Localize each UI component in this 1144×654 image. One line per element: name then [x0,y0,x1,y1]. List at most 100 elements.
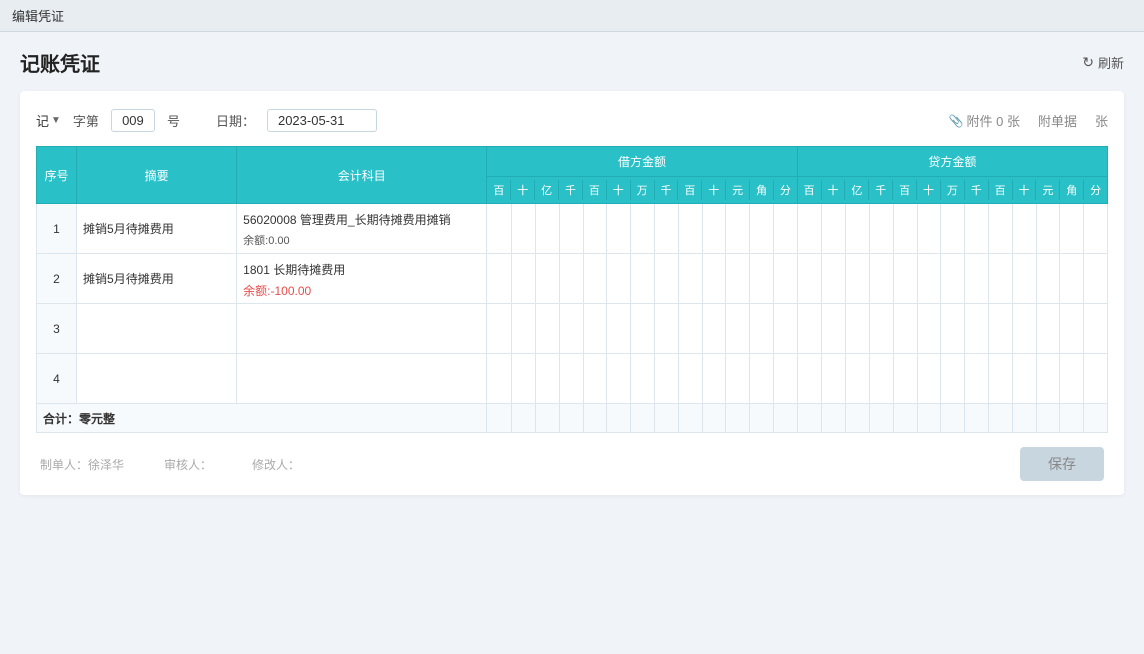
amount-cell [893,304,917,353]
row4-debit[interactable] [487,354,797,404]
amount-cell [845,254,869,303]
attach-link[interactable]: 📎 附件 0 张 [949,111,1020,130]
save-button[interactable]: 保存 [1020,447,1104,481]
amount-cell [678,404,702,432]
debit-sub-十2: 十 [606,180,630,200]
refresh-icon: ↻ [1082,54,1094,71]
amount-cell [988,304,1012,353]
amount-cell [1012,354,1036,403]
row1-balance: 余额:0.00 [243,232,480,248]
amount-cell [940,254,964,303]
credit-sub-百: 百 [798,180,821,200]
amount-cell [702,204,726,253]
voucher-number[interactable]: 009 [111,109,155,132]
amount-cell [821,404,845,432]
col-header-summary: 摘要 [77,147,237,204]
amount-cell [1083,254,1107,303]
amount-cell [535,354,559,403]
amount-cell [1059,404,1083,432]
debit-sub-十3: 十 [701,180,725,200]
amount-cell [821,354,845,403]
amount-cell [1012,254,1036,303]
debit-sub-十: 十 [510,180,534,200]
attach-single-label[interactable]: 附单据 [1038,111,1077,130]
amount-cell [511,204,535,253]
amount-cell [1036,354,1060,403]
amount-cell [893,204,917,253]
date-field[interactable]: 2023-05-31 [267,109,377,132]
row3-account[interactable] [237,304,487,354]
row2-debit[interactable] [487,254,797,304]
voucher-table: 序号 摘要 会计科目 借方金额 贷方金额 百 十 亿 千 百 十 [36,146,1108,433]
amount-cell [749,304,773,353]
credit-sub-千: 千 [868,180,892,200]
amount-cell [606,404,630,432]
row1-debit[interactable] [487,204,797,254]
reviewer-label: 审核人： [164,456,212,473]
amount-cell [487,254,511,303]
amount-cell [583,204,607,253]
credit-sub-百3: 百 [988,180,1012,200]
debit-sub-百3: 百 [677,180,701,200]
amount-cell [798,404,822,432]
credit-sub-元: 元 [1035,180,1059,200]
row2-account[interactable]: 1801 长期待摊费用 余额:-100.00 [237,254,487,304]
row2-summary[interactable]: 摊销5月待摊费用 [77,254,237,304]
amount-cell [749,354,773,403]
refresh-label: 刷新 [1098,53,1124,72]
amount-cell [487,404,511,432]
amount-cell [606,204,630,253]
row4-summary[interactable] [77,354,237,404]
amount-cell [1083,304,1107,353]
amount-cell [654,304,678,353]
amount-cell [869,304,893,353]
amount-cell [773,304,797,353]
amount-cell [1012,304,1036,353]
amount-cell [654,254,678,303]
amount-cell [654,204,678,253]
voucher-type-value: 记 [36,111,49,130]
amount-cell [773,354,797,403]
amount-cell [678,254,702,303]
amount-cell [487,304,511,353]
amount-cell [773,204,797,253]
amount-cell [630,354,654,403]
credit-sub-角: 角 [1059,180,1083,200]
amount-cell [869,204,893,253]
row2-credit[interactable] [797,254,1107,304]
amount-cell [821,204,845,253]
row3-credit[interactable] [797,304,1107,354]
amount-cell [869,404,893,432]
row4-credit[interactable] [797,354,1107,404]
amount-cell [964,354,988,403]
num-suffix: 号 [167,111,180,130]
col-header-account: 会计科目 [237,147,487,204]
modifier-label: 修改人： [252,456,300,473]
amount-cell [702,304,726,353]
amount-cell [1036,204,1060,253]
title-bar-text: 编辑凭证 [12,9,64,24]
voucher-type-select[interactable]: 记 ▼ [36,111,61,130]
page-title: 记账凭证 [20,48,100,77]
title-bar: 编辑凭证 [0,0,1144,32]
amount-cell [559,254,583,303]
row3-summary[interactable] [77,304,237,354]
row1-credit[interactable] [797,204,1107,254]
amount-cell [1083,354,1107,403]
date-label: 日期： [216,111,255,130]
row1-account[interactable]: 56020008 管理费用_长期待摊费用摊销 余额:0.00 [237,204,487,254]
refresh-button[interactable]: ↻ 刷新 [1082,53,1124,72]
row4-account[interactable] [237,354,487,404]
amount-cell [630,404,654,432]
debit-sub-千2: 千 [654,180,678,200]
amount-cell [893,354,917,403]
amount-cell [749,204,773,253]
amount-cell [749,254,773,303]
credit-sub-十2: 十 [916,180,940,200]
row1-summary[interactable]: 摊销5月待摊费用 [77,204,237,254]
amount-cell [630,254,654,303]
amount-cell [583,354,607,403]
row3-debit[interactable] [487,304,797,354]
amount-cell [678,204,702,253]
amount-cell [917,304,941,353]
